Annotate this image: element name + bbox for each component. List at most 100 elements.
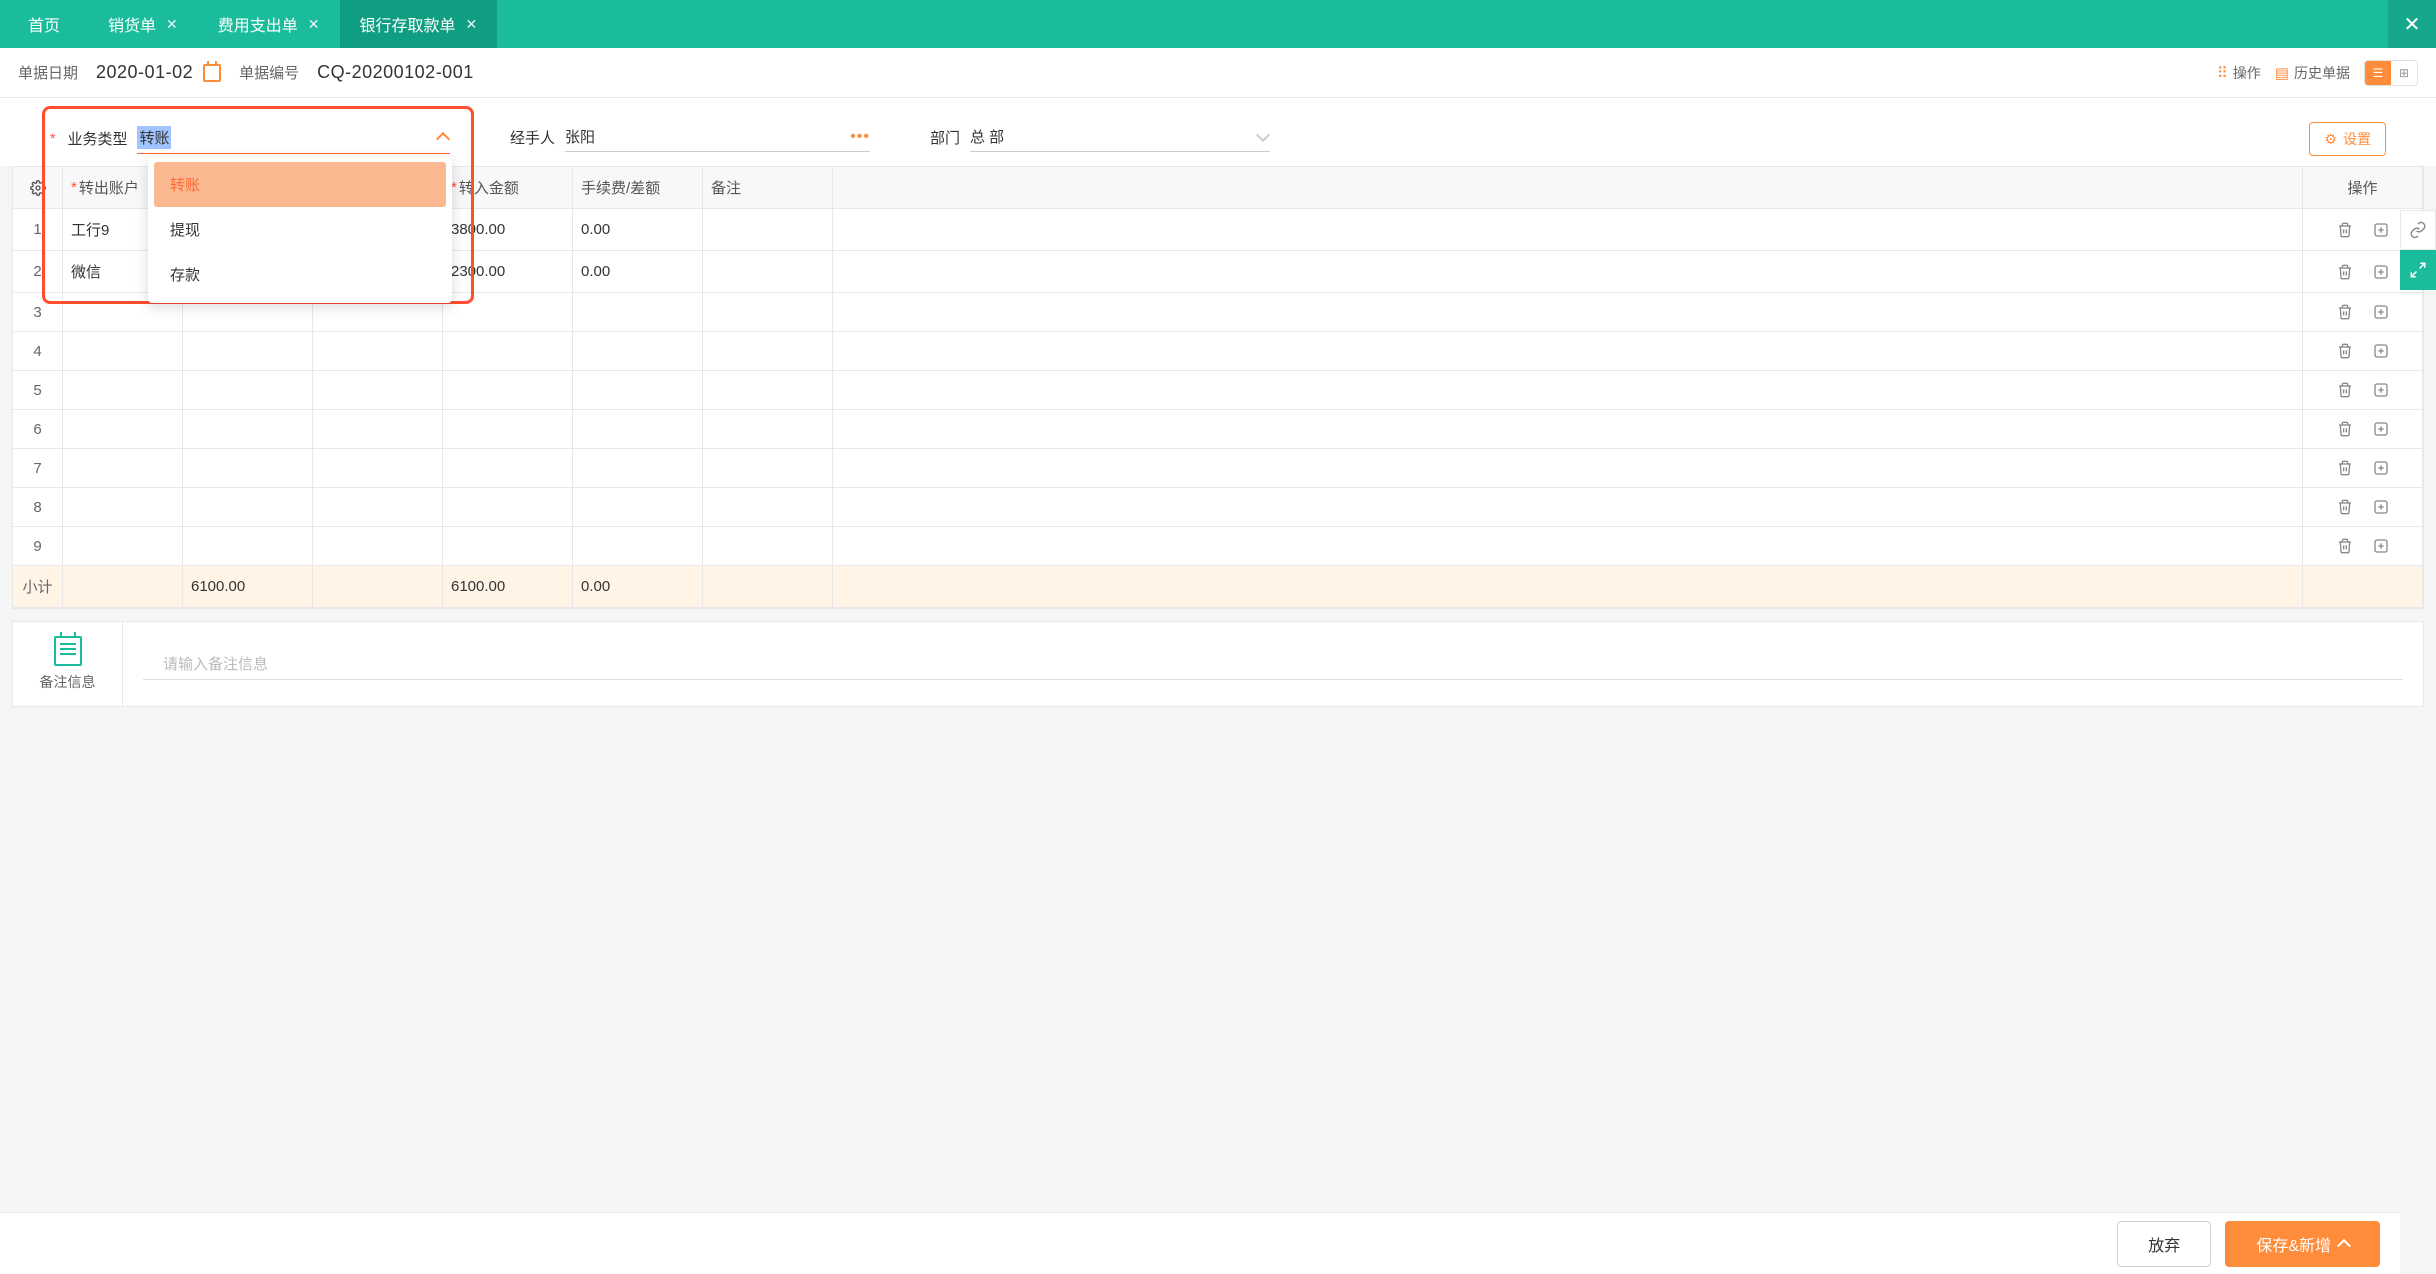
cell-in-account[interactable] xyxy=(313,332,443,371)
cell-in-account[interactable] xyxy=(313,410,443,449)
discard-button[interactable]: 放弃 xyxy=(2117,1221,2211,1267)
cell-fee-diff[interactable]: 0.00 xyxy=(573,251,703,293)
biz-type-select[interactable]: 转账 xyxy=(137,122,450,154)
cell-remark[interactable] xyxy=(703,209,833,251)
add-row-button[interactable] xyxy=(2372,459,2390,477)
cell-out-account[interactable] xyxy=(63,449,183,488)
cell-out-amount[interactable] xyxy=(183,410,313,449)
close-icon[interactable]: ✕ xyxy=(466,16,478,33)
cell-fee-diff[interactable] xyxy=(573,332,703,371)
handler-select[interactable]: 张阳 ••• xyxy=(565,122,870,152)
close-icon[interactable]: ✕ xyxy=(166,16,178,33)
cell-remark-ext[interactable] xyxy=(833,251,2303,293)
cell-out-amount[interactable] xyxy=(183,449,313,488)
delete-row-button[interactable] xyxy=(2336,381,2354,399)
col-settings[interactable] xyxy=(13,167,63,209)
option-deposit[interactable]: 存款 xyxy=(154,252,446,297)
view-list-button[interactable]: ☰ xyxy=(2365,61,2391,85)
delete-row-button[interactable] xyxy=(2336,537,2354,555)
cell-fee-diff[interactable] xyxy=(573,527,703,566)
cell-out-amount[interactable] xyxy=(183,371,313,410)
cell-in-account[interactable] xyxy=(313,488,443,527)
delete-row-button[interactable] xyxy=(2336,221,2354,239)
cell-in-amount[interactable] xyxy=(443,293,573,332)
expand-button[interactable] xyxy=(2400,250,2436,290)
cell-remark[interactable] xyxy=(703,293,833,332)
cell-out-account[interactable] xyxy=(63,488,183,527)
cell-remark[interactable] xyxy=(703,332,833,371)
cell-out-account[interactable] xyxy=(63,332,183,371)
add-row-button[interactable] xyxy=(2372,303,2390,321)
cell-out-account[interactable] xyxy=(63,527,183,566)
add-row-button[interactable] xyxy=(2372,381,2390,399)
panel-close-button[interactable]: ✕ xyxy=(2388,0,2436,48)
history-button[interactable]: ▤历史单据 xyxy=(2275,63,2350,83)
cell-in-amount[interactable] xyxy=(443,488,573,527)
cell-in-amount[interactable] xyxy=(443,371,573,410)
delete-row-button[interactable] xyxy=(2336,342,2354,360)
save-add-button[interactable]: 保存&新增 xyxy=(2225,1221,2380,1267)
cell-in-amount[interactable] xyxy=(443,332,573,371)
cell-remark[interactable] xyxy=(703,449,833,488)
add-row-button[interactable] xyxy=(2372,221,2390,239)
cell-remark[interactable] xyxy=(703,251,833,293)
delete-row-button[interactable] xyxy=(2336,263,2354,281)
cell-in-amount[interactable] xyxy=(443,410,573,449)
cell-fee-diff[interactable] xyxy=(573,371,703,410)
cell-in-amount[interactable]: 2300.00 xyxy=(443,251,573,293)
cell-fee-diff[interactable] xyxy=(573,293,703,332)
subtotal-cell xyxy=(703,566,833,608)
delete-row-button[interactable] xyxy=(2336,303,2354,321)
cell-fee-diff[interactable] xyxy=(573,449,703,488)
view-grid-button[interactable]: ⊞ xyxy=(2391,61,2417,85)
cell-remark[interactable] xyxy=(703,410,833,449)
cell-remark[interactable] xyxy=(703,371,833,410)
tab-home[interactable]: 首页 xyxy=(0,0,88,48)
tab-bank[interactable]: 银行存取款单✕ xyxy=(340,0,498,48)
cell-fee-diff[interactable] xyxy=(573,488,703,527)
cell-in-amount[interactable]: 3800.00 xyxy=(443,209,573,251)
cell-out-amount[interactable] xyxy=(183,527,313,566)
cell-in-account[interactable] xyxy=(313,371,443,410)
remarks-input[interactable]: 请输入备注信息 xyxy=(143,648,2403,680)
option-withdraw[interactable]: 提现 xyxy=(154,207,446,252)
cell-remark-ext[interactable] xyxy=(833,371,2303,410)
col-in-amount: *转入金额 xyxy=(443,167,573,209)
cell-remark[interactable] xyxy=(703,527,833,566)
cell-remark-ext[interactable] xyxy=(833,488,2303,527)
cell-in-amount[interactable] xyxy=(443,449,573,488)
operate-menu[interactable]: ⠿操作 xyxy=(2217,63,2261,83)
cell-out-amount[interactable] xyxy=(183,332,313,371)
cell-remark-ext[interactable] xyxy=(833,293,2303,332)
add-row-button[interactable] xyxy=(2372,537,2390,555)
cell-in-account[interactable] xyxy=(313,449,443,488)
close-icon[interactable]: ✕ xyxy=(308,16,320,33)
tab-sales[interactable]: 销货单✕ xyxy=(88,0,198,48)
add-row-button[interactable] xyxy=(2372,342,2390,360)
add-row-button[interactable] xyxy=(2372,263,2390,281)
cell-remark-ext[interactable] xyxy=(833,332,2303,371)
date-picker[interactable]: 2020-01-02 xyxy=(96,62,221,83)
link-button[interactable] xyxy=(2400,210,2436,250)
delete-row-button[interactable] xyxy=(2336,498,2354,516)
add-row-button[interactable] xyxy=(2372,420,2390,438)
cell-out-amount[interactable] xyxy=(183,488,313,527)
cell-remark-ext[interactable] xyxy=(833,449,2303,488)
settings-button[interactable]: ⚙ 设置 xyxy=(2309,122,2386,156)
delete-row-button[interactable] xyxy=(2336,459,2354,477)
cell-remark-ext[interactable] xyxy=(833,527,2303,566)
dept-select[interactable]: 总 部 xyxy=(970,122,1270,152)
add-row-button[interactable] xyxy=(2372,498,2390,516)
cell-in-amount[interactable] xyxy=(443,527,573,566)
cell-out-account[interactable] xyxy=(63,371,183,410)
cell-fee-diff[interactable]: 0.00 xyxy=(573,209,703,251)
tab-expense[interactable]: 费用支出单✕ xyxy=(198,0,340,48)
cell-remark[interactable] xyxy=(703,488,833,527)
option-transfer[interactable]: 转账 xyxy=(154,162,446,207)
cell-remark-ext[interactable] xyxy=(833,410,2303,449)
cell-out-account[interactable] xyxy=(63,410,183,449)
cell-remark-ext[interactable] xyxy=(833,209,2303,251)
cell-fee-diff[interactable] xyxy=(573,410,703,449)
delete-row-button[interactable] xyxy=(2336,420,2354,438)
cell-in-account[interactable] xyxy=(313,527,443,566)
